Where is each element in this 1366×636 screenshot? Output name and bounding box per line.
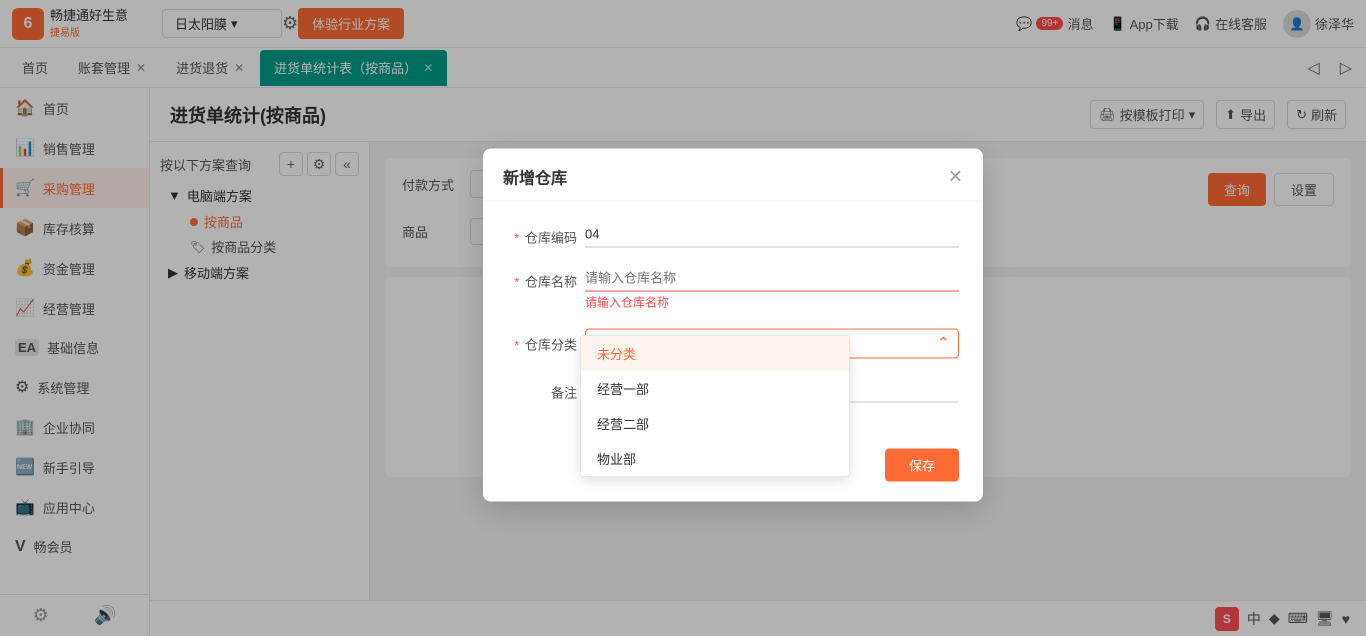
- required-mark-name: *: [514, 275, 519, 290]
- name-input-wrapper: 请输入仓库名称: [585, 266, 959, 311]
- code-input[interactable]: [585, 222, 959, 248]
- code-label-text: 仓库编码: [525, 231, 577, 246]
- name-row: * 仓库名称 请输入仓库名称: [507, 266, 959, 311]
- category-label: * 仓库分类: [507, 329, 577, 354]
- required-mark-code: *: [514, 231, 519, 246]
- code-row: * 仓库编码: [507, 222, 959, 248]
- dialog-close-btn[interactable]: ✕: [948, 166, 963, 187]
- dropdown-item-dept1[interactable]: 经营一部: [581, 371, 849, 406]
- dialog-header: 新增仓库 ✕: [483, 149, 983, 202]
- category-dropdown: 未分类 经营一部 经营二部 物业部: [580, 335, 850, 477]
- chevron-up-icon[interactable]: ⌃: [937, 334, 950, 354]
- category-label-text: 仓库分类: [525, 338, 577, 353]
- name-input[interactable]: [585, 266, 959, 292]
- required-mark-category: *: [514, 338, 519, 353]
- name-label: * 仓库名称: [507, 266, 577, 291]
- dropdown-item-uncategorized[interactable]: 未分类: [581, 336, 849, 371]
- dropdown-item-property[interactable]: 物业部: [581, 441, 849, 476]
- name-error-msg: 请输入仓库名称: [585, 294, 959, 311]
- dialog-title: 新增仓库: [503, 165, 567, 189]
- note-label-text: 备注: [551, 386, 577, 401]
- save-button[interactable]: 保存: [885, 449, 959, 482]
- dropdown-item-dept2[interactable]: 经营二部: [581, 406, 849, 441]
- note-label: 备注: [507, 377, 577, 402]
- code-label: * 仓库编码: [507, 222, 577, 247]
- code-input-wrapper: [585, 222, 959, 248]
- name-label-text: 仓库名称: [525, 275, 577, 290]
